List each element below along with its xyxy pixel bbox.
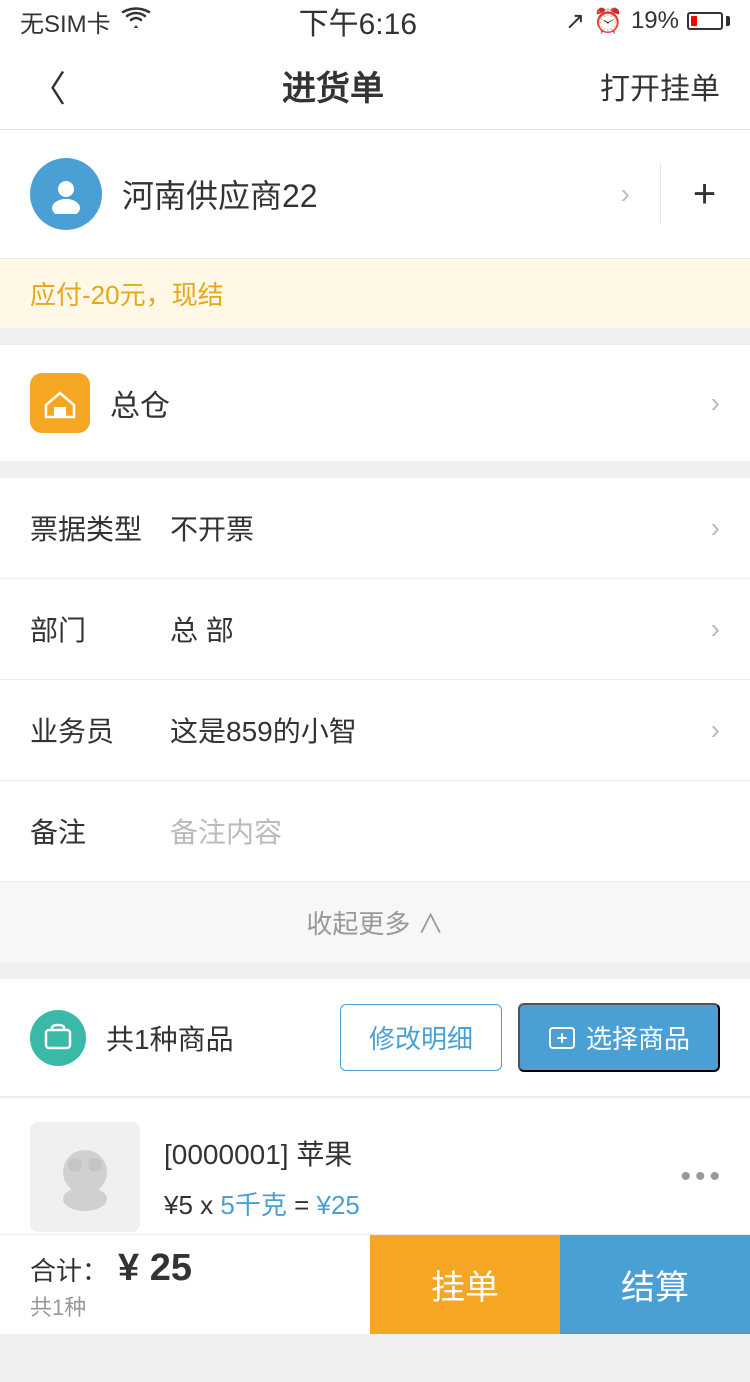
supplier-name: 河南供应商22 <box>122 171 621 217</box>
modify-detail-button[interactable]: 修改明细 <box>340 1004 502 1071</box>
product-more-button[interactable]: ••• <box>680 1160 720 1194</box>
nav-bar: 〈 进货单 打开挂单 <box>0 42 750 130</box>
remark-row[interactable]: 备注 备注内容 <box>0 780 750 881</box>
total-label: 合计： <box>30 1251 108 1288</box>
unit-price: ¥5 <box>164 1190 193 1220</box>
alarm-icon: ⏰ <box>593 7 623 36</box>
supplier-section: 河南供应商22 › + 应付-20元，现结 <box>0 130 750 328</box>
back-button[interactable]: 〈 <box>30 60 66 112</box>
supplier-alert: 应付-20元，现结 <box>0 258 750 328</box>
product-thumbnail <box>30 1122 140 1232</box>
salesperson-value: 这是859的小智 <box>170 710 711 750</box>
department-arrow: › <box>711 613 720 645</box>
product-item: [0000001] 苹果 ¥5 x 5千克 = ¥25 ••• <box>0 1097 750 1256</box>
salesperson-arrow: › <box>711 714 720 746</box>
supplier-row[interactable]: 河南供应商22 › + <box>0 130 750 258</box>
product-name: [0000001] 苹果 <box>164 1133 680 1173</box>
location-icon: ↗ <box>565 7 585 36</box>
department-value: 总 部 <box>170 609 711 649</box>
product-title: 苹果 <box>296 1139 352 1170</box>
battery-icon <box>687 12 730 30</box>
product-info: [0000001] 苹果 ¥5 x 5千克 = ¥25 <box>164 1133 680 1222</box>
products-icon <box>30 1010 86 1066</box>
product-code: [0000001] <box>164 1139 289 1170</box>
invoice-type-row[interactable]: 票据类型 不开票 › <box>0 477 750 578</box>
warehouse-row[interactable]: 总仓 › <box>0 344 750 461</box>
remark-input[interactable]: 备注内容 <box>170 811 720 851</box>
select-product-button[interactable]: 选择商品 <box>518 1003 720 1072</box>
salesperson-label: 业务员 <box>30 710 170 750</box>
warehouse-section: 总仓 › <box>0 344 750 461</box>
invoice-type-label: 票据类型 <box>30 508 170 548</box>
remark-label: 备注 <box>30 811 170 851</box>
product-price: ¥5 x 5千克 = ¥25 <box>164 1185 680 1222</box>
battery-percent: 19% <box>631 7 679 35</box>
total-count: 共1种 <box>30 1290 340 1322</box>
warehouse-name: 总仓 <box>110 381 711 425</box>
footer: 合计： ¥ 25 共1种 挂单 结算 <box>0 1234 750 1334</box>
settle-button[interactable]: 结算 <box>560 1235 750 1334</box>
form-section: 票据类型 不开票 › 部门 总 部 › 业务员 这是859的小智 › 备注 备注… <box>0 477 750 963</box>
warehouse-arrow-icon: › <box>711 387 720 419</box>
wifi-icon <box>121 7 151 36</box>
status-bar: 无SIM卡 下午6:16 ↗ ⏰ 19% <box>0 0 750 42</box>
carrier-label: 无SIM卡 <box>20 4 111 39</box>
warehouse-icon <box>30 373 90 433</box>
product-header: 共1种商品 修改明细 选择商品 <box>0 979 750 1097</box>
status-right: ↗ ⏰ 19% <box>565 7 730 36</box>
supplier-avatar <box>30 158 102 230</box>
total-amount: ¥ 25 <box>118 1247 192 1290</box>
add-supplier-button[interactable]: + <box>660 164 720 224</box>
invoice-type-arrow: › <box>711 512 720 544</box>
salesperson-row[interactable]: 业务员 这是859的小智 › <box>0 679 750 780</box>
product-total: ¥25 <box>317 1190 360 1220</box>
department-label: 部门 <box>30 609 170 649</box>
product-count: 共1种商品 <box>106 1018 340 1058</box>
status-left: 无SIM卡 <box>20 4 151 39</box>
footer-total: 合计： ¥ 25 共1种 <box>0 1235 370 1334</box>
select-product-label: 选择商品 <box>586 1019 690 1056</box>
products-section: 共1种商品 修改明细 选择商品 [0000001] 苹果 <box>0 979 750 1256</box>
status-time: 下午6:16 <box>299 0 417 43</box>
invoice-type-value: 不开票 <box>170 508 711 548</box>
supplier-arrow-icon: › <box>621 178 630 210</box>
nav-title: 进货单 <box>282 61 384 110</box>
collapse-bar[interactable]: 收起更多 ∧ <box>0 881 750 963</box>
open-hang-button[interactable]: 打开挂单 <box>600 64 720 108</box>
department-row[interactable]: 部门 总 部 › <box>0 578 750 679</box>
hang-button[interactable]: 挂单 <box>370 1235 560 1334</box>
product-qty: 5千克 <box>220 1190 286 1220</box>
